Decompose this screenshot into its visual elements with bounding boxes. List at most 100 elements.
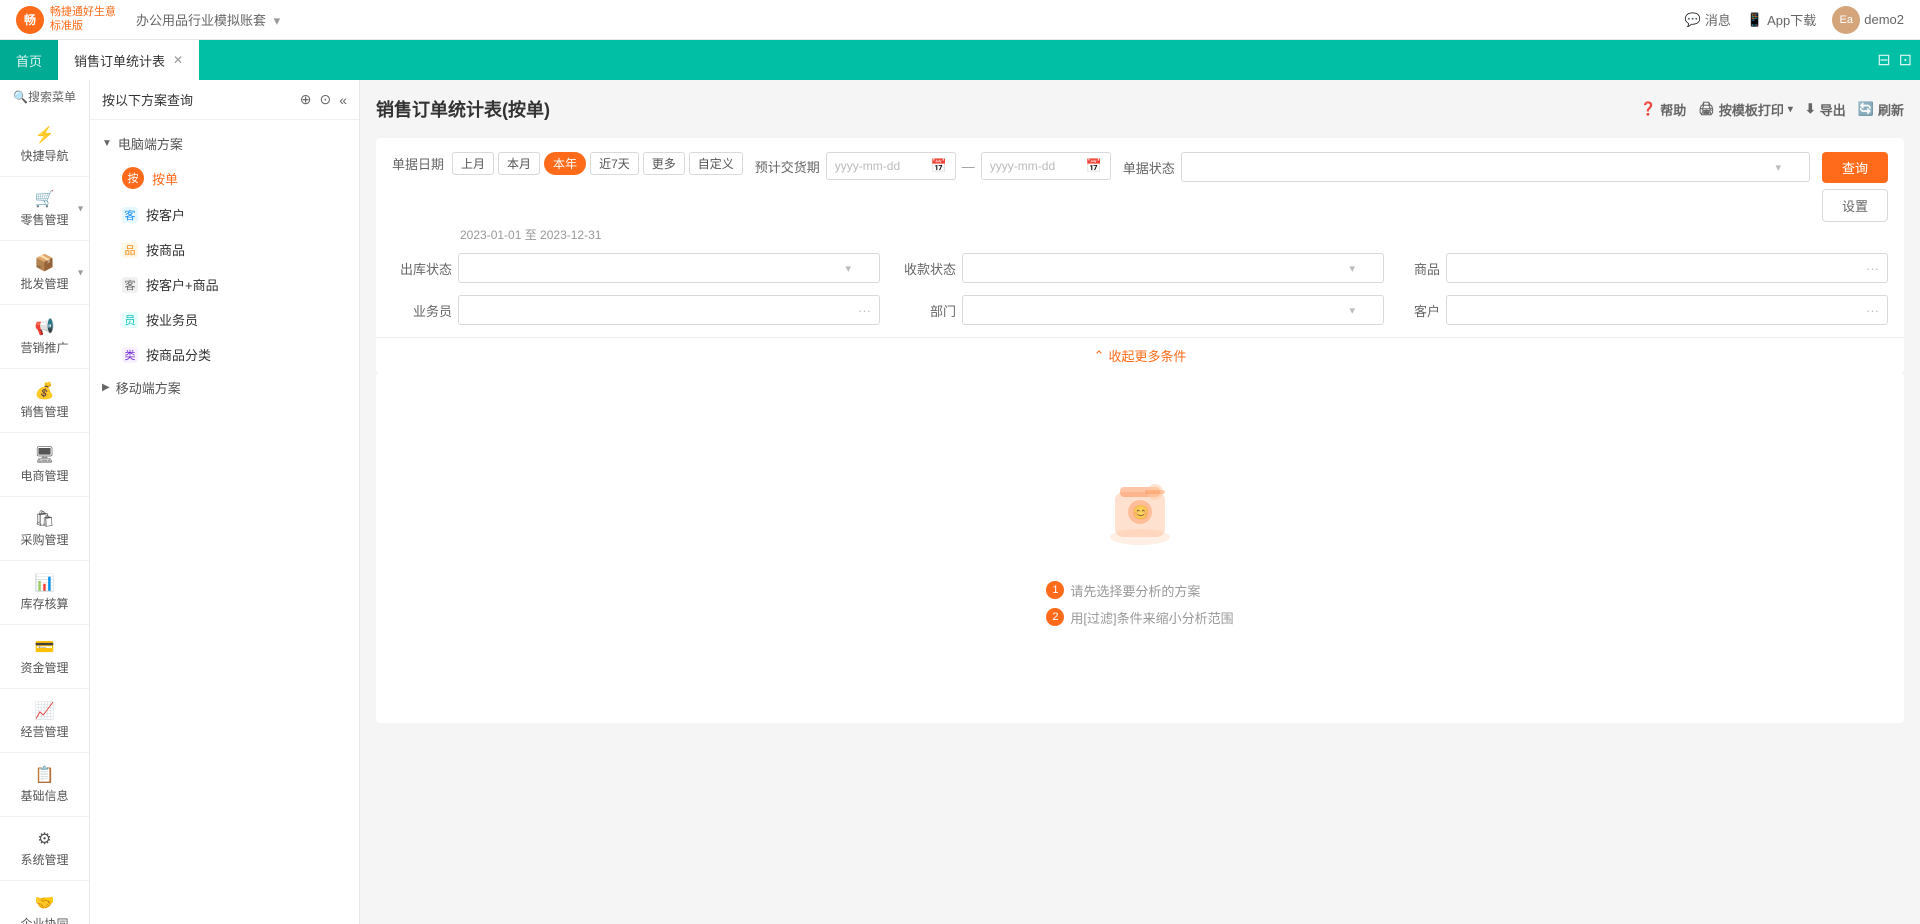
enterprise-icon: 🤝 bbox=[35, 893, 55, 913]
add-scheme-btn[interactable]: ⊕ bbox=[300, 91, 312, 108]
expected-date-to-input[interactable]: yyyy-mm-dd 📅 bbox=[981, 152, 1111, 180]
logo-area: 畅 畅捷通好生意 标准版 bbox=[16, 6, 116, 34]
app-title[interactable]: 办公用品行业模拟账套 ▾ bbox=[136, 10, 280, 29]
doc-status-select[interactable]: ▾ bbox=[1181, 152, 1810, 182]
scheme-group-pc-title[interactable]: ▼ 电脑端方案 bbox=[90, 128, 359, 159]
date-btn-last-month[interactable]: 上月 bbox=[452, 152, 494, 175]
search-menu-btn[interactable]: 🔍 搜索菜单 bbox=[0, 80, 89, 113]
tab-sales-order-stats[interactable]: 销售订单统计表 ✕ bbox=[58, 40, 199, 80]
expand-icon: ▼ bbox=[102, 138, 112, 149]
left-panel-header: 按以下方案查询 ⊕ ⊙ « bbox=[90, 80, 359, 120]
settings-btn[interactable]: 设置 bbox=[1822, 189, 1888, 222]
sidebar-item-wholesale[interactable]: 📦 批发管理 bbox=[0, 241, 89, 305]
date-btn-more[interactable]: 更多 bbox=[643, 152, 685, 175]
goods-input[interactable]: ··· bbox=[1446, 253, 1888, 283]
inventory-icon: 📊 bbox=[35, 573, 55, 593]
sales-icon: 💰 bbox=[35, 381, 55, 401]
date-range-text: 2023-01-01 至 2023-12-31 bbox=[460, 226, 1888, 243]
scheme-item-by-goods[interactable]: 品 按商品 bbox=[90, 232, 359, 267]
tab-minimize-icon[interactable]: ⊟ bbox=[1877, 50, 1890, 70]
shipment-status-select[interactable]: ▾ bbox=[458, 253, 880, 283]
query-btn-area: 查询 设置 bbox=[1822, 152, 1888, 222]
date-btn-this-year[interactable]: 本年 bbox=[544, 152, 586, 175]
tab-bar: 首页 销售订单统计表 ✕ ⊟ ⊡ bbox=[0, 40, 1920, 80]
dept-select[interactable]: ▾ bbox=[962, 295, 1384, 325]
salesman-input[interactable]: ··· bbox=[458, 295, 880, 325]
export-btn[interactable]: ⬇ 导出 bbox=[1805, 100, 1846, 119]
sidebar-item-marketing[interactable]: 📢 营销推广 bbox=[0, 305, 89, 369]
finance-icon: 💳 bbox=[35, 637, 55, 657]
sidebar-item-enterprise[interactable]: 🤝 企业协同 bbox=[0, 881, 89, 924]
empty-tip-2: 2 用[过滤]条件来缩小分析范围 bbox=[1046, 608, 1233, 627]
system-icon: ⚙ bbox=[37, 829, 51, 849]
print-icon: 🖨 bbox=[1698, 101, 1715, 117]
scheme-group-mobile-title[interactable]: ▶ 移动端方案 bbox=[90, 372, 359, 403]
scheme-item-by-category[interactable]: 类 按商品分类 bbox=[90, 337, 359, 372]
expected-date-label: 预计交货期 bbox=[755, 157, 820, 176]
app-download-btn[interactable]: 📱 App下载 bbox=[1747, 10, 1816, 29]
tab-close-icon[interactable]: ✕ bbox=[173, 53, 183, 67]
payment-status-select[interactable]: ▾ bbox=[962, 253, 1384, 283]
dept-arrow-icon: ▾ bbox=[1349, 304, 1355, 317]
tab-bar-actions: ⊟ ⊡ bbox=[1877, 50, 1920, 70]
user-area[interactable]: Ea demo2 bbox=[1832, 6, 1904, 34]
tab-home[interactable]: 首页 bbox=[0, 40, 58, 80]
collapse-icon: ⌃ bbox=[1094, 348, 1105, 364]
collapse-icon: ▶ bbox=[102, 382, 110, 393]
sidebar-item-operation[interactable]: 📈 经营管理 bbox=[0, 689, 89, 753]
scheme-item-by-salesman[interactable]: 员 按业务员 bbox=[90, 302, 359, 337]
date-label: 单据日期 bbox=[392, 154, 444, 173]
scheme-list: ▼ 电脑端方案 按 按单 客 按客户 品 按商品 bbox=[90, 120, 359, 411]
wholesale-icon: 📦 bbox=[35, 253, 55, 273]
doc-status-label: 单据状态 bbox=[1123, 158, 1175, 177]
top-bar: 畅 畅捷通好生意 标准版 办公用品行业模拟账套 ▾ 💬 消息 📱 App下载 E… bbox=[0, 0, 1920, 40]
print-btn[interactable]: 🖨 按模板打印 ▾ bbox=[1698, 100, 1793, 119]
date-buttons: 上月 本月 本年 近7天 更多 自定义 bbox=[452, 152, 743, 175]
refresh-btn[interactable]: 🔄 刷新 bbox=[1858, 100, 1904, 119]
tab-maximize-icon[interactable]: ⊡ bbox=[1899, 50, 1912, 70]
query-btn[interactable]: 查询 bbox=[1822, 152, 1888, 183]
marketing-icon: 📢 bbox=[35, 317, 55, 337]
sidebar-item-finance[interactable]: 💳 资金管理 bbox=[0, 625, 89, 689]
top-bar-right: 💬 消息 📱 App下载 Ea demo2 bbox=[1685, 6, 1904, 34]
message-btn[interactable]: 💬 消息 bbox=[1685, 10, 1731, 29]
shipment-arrow-icon: ▾ bbox=[845, 262, 851, 275]
goods-more-icon: ··· bbox=[1866, 261, 1879, 276]
sidebar-item-purchase[interactable]: 🛍 采购管理 bbox=[0, 497, 89, 561]
sidebar-item-basic[interactable]: 📋 基础信息 bbox=[0, 753, 89, 817]
sidebar-item-inventory[interactable]: 📊 库存核算 bbox=[0, 561, 89, 625]
calendar-from-icon: 📅 bbox=[931, 158, 947, 174]
scheme-item-by-customer[interactable]: 客 按客户 bbox=[90, 197, 359, 232]
avatar: Ea bbox=[1832, 6, 1860, 34]
sidebar-item-quick-nav[interactable]: ⚡ 快捷导航 bbox=[0, 113, 89, 177]
help-btn[interactable]: ❓ 帮助 bbox=[1640, 100, 1686, 119]
empty-tips: 1 请先选择要分析的方案 2 用[过滤]条件来缩小分析范围 bbox=[1046, 581, 1233, 635]
date-btn-last7[interactable]: 近7天 bbox=[590, 152, 639, 175]
collapse-bar[interactable]: ⌃ 收起更多条件 bbox=[376, 337, 1904, 373]
settings-scheme-btn[interactable]: ⊙ bbox=[319, 91, 331, 108]
customer-input[interactable]: ··· bbox=[1446, 295, 1888, 325]
sidebar: 🔍 搜索菜单 ⚡ 快捷导航 🛒 零售管理 📦 批发管理 📢 营销推广 💰 销售管… bbox=[0, 80, 90, 924]
sidebar-item-retail[interactable]: 🛒 零售管理 bbox=[0, 177, 89, 241]
doc-status-arrow-icon: ▾ bbox=[1775, 161, 1781, 174]
salesman-more-icon: ··· bbox=[858, 303, 871, 318]
collapse-panel-btn[interactable]: « bbox=[339, 92, 347, 108]
sidebar-item-sales[interactable]: 💰 销售管理 bbox=[0, 369, 89, 433]
scheme-item-by-order[interactable]: 按 按单 bbox=[90, 159, 359, 197]
date-btn-custom[interactable]: 自定义 bbox=[689, 152, 743, 175]
top-bar-left: 畅 畅捷通好生意 标准版 办公用品行业模拟账套 ▾ bbox=[16, 6, 280, 34]
expected-date-from-input[interactable]: yyyy-mm-dd 📅 bbox=[826, 152, 956, 180]
date-btn-this-month[interactable]: 本月 bbox=[498, 152, 540, 175]
sidebar-item-system[interactable]: ⚙ 系统管理 bbox=[0, 817, 89, 881]
sidebar-item-ecommerce[interactable]: 🖥 电商管理 bbox=[0, 433, 89, 497]
main-content: 销售订单统计表(按单) ❓ 帮助 🖨 按模板打印 ▾ ⬇ 导出 bbox=[360, 80, 1920, 924]
search-icon: 🔍 bbox=[13, 90, 28, 104]
cg-icon: 客 bbox=[122, 277, 138, 293]
payment-status-label: 收款状态 bbox=[896, 259, 956, 278]
left-panel-header-actions: ⊕ ⊙ « bbox=[300, 91, 347, 108]
payment-arrow-icon: ▾ bbox=[1349, 262, 1355, 275]
scheme-item-by-customer-goods[interactable]: 客 按客户+商品 bbox=[90, 267, 359, 302]
export-icon: ⬇ bbox=[1805, 101, 1816, 117]
retail-icon: 🛒 bbox=[35, 189, 55, 209]
page-title-text: 销售订单统计表(按单) bbox=[376, 96, 550, 122]
